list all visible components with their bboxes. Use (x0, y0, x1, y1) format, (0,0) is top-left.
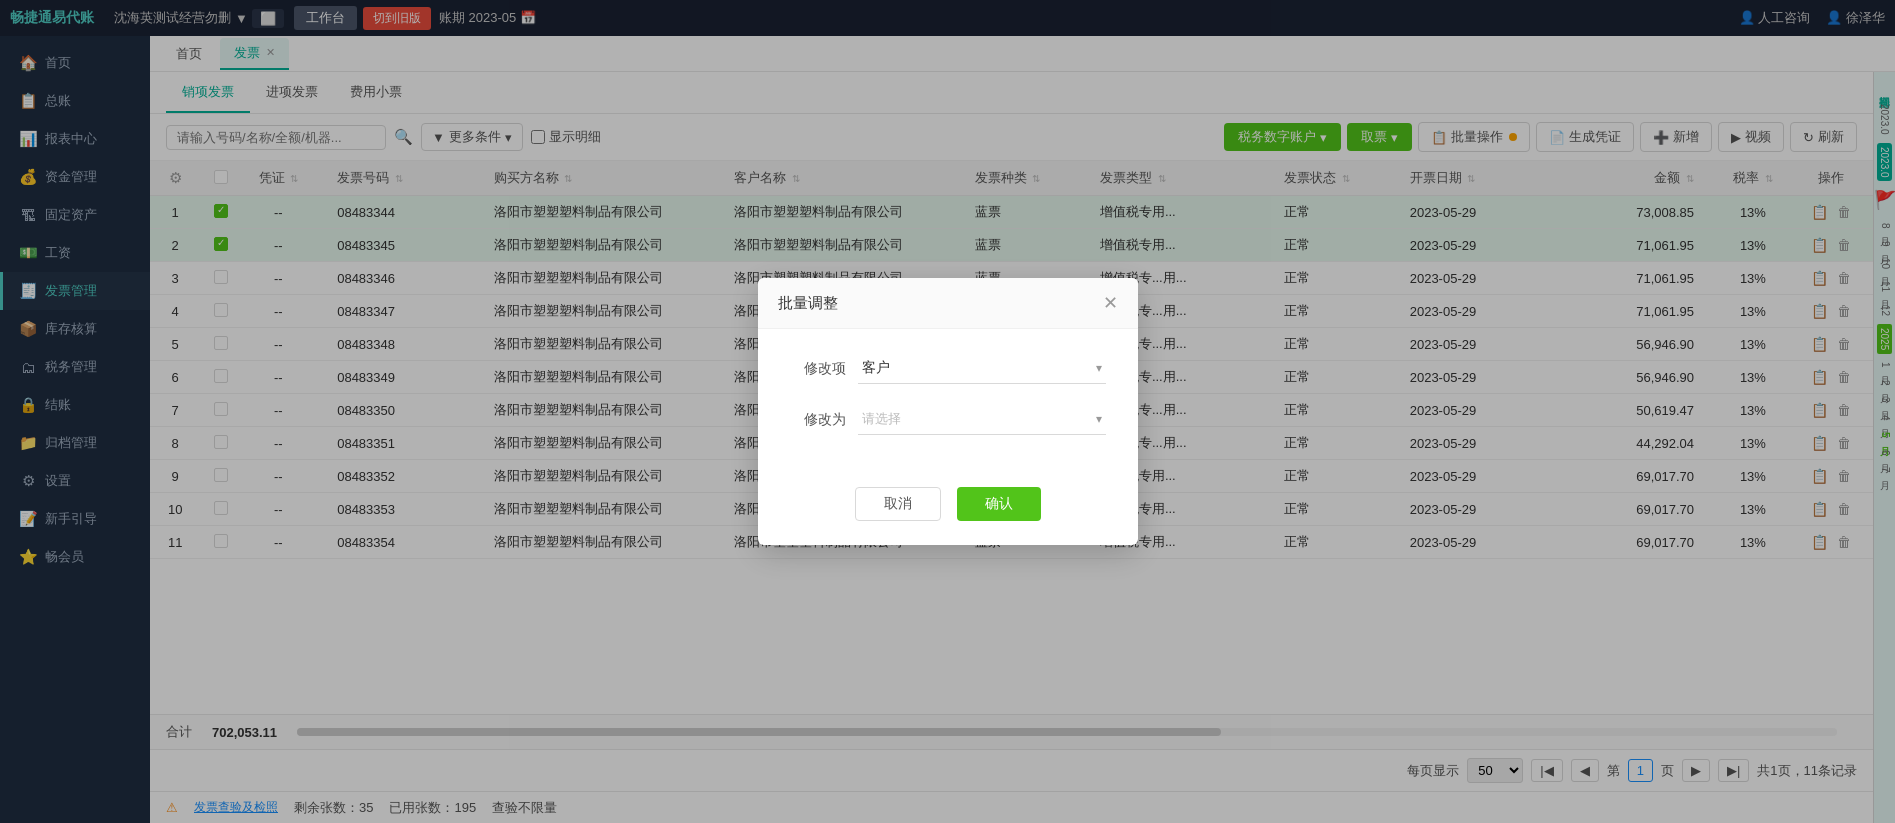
batch-adjust-modal: 批量调整 ✕ 修改项 客户 ▾ 修改为 请选择 ▾ 取消 确认 (758, 278, 1138, 545)
modal-header: 批量调整 ✕ (758, 278, 1138, 329)
modal-body: 修改项 客户 ▾ 修改为 请选择 ▾ (758, 329, 1138, 479)
modal-value-row: 修改为 请选择 ▾ (790, 404, 1106, 435)
modal-confirm-btn[interactable]: 确认 (957, 487, 1041, 521)
modal-field-row: 修改项 客户 ▾ (790, 353, 1106, 384)
modal-title: 批量调整 (778, 294, 838, 313)
modal-value-placeholder: 请选择 (862, 410, 901, 428)
modal-field-value: 客户 (862, 359, 890, 377)
modal-value-select[interactable]: 请选择 ▾ (858, 404, 1106, 435)
modal-field-select[interactable]: 客户 ▾ (858, 353, 1106, 384)
modal-cancel-btn[interactable]: 取消 (855, 487, 941, 521)
modal-value-label: 修改为 (790, 411, 846, 429)
modal-footer: 取消 确认 (758, 479, 1138, 545)
modal-overlay[interactable]: 批量调整 ✕ 修改项 客户 ▾ 修改为 请选择 ▾ 取消 确认 (0, 0, 1895, 823)
modal-close-btn[interactable]: ✕ (1103, 292, 1118, 314)
modal-value-chevron-icon: ▾ (1096, 412, 1102, 426)
modal-field-chevron-icon: ▾ (1096, 361, 1102, 375)
modal-field-label: 修改项 (790, 360, 846, 378)
